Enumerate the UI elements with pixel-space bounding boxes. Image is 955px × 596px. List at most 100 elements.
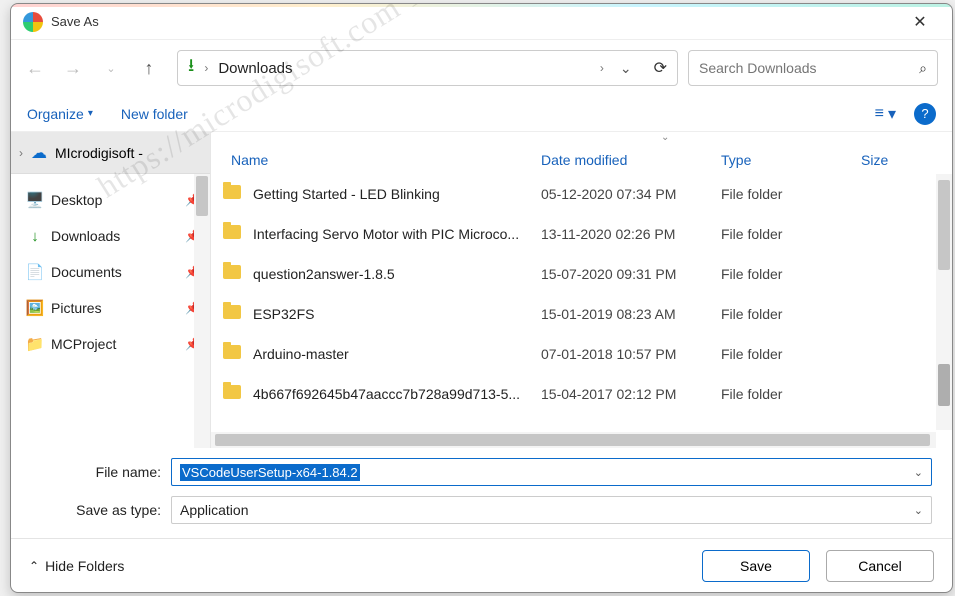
chevron-up-icon: ⌃ [29,559,39,573]
sidebar-item-onedrive[interactable]: › ☁ MIcrodigisoft - [11,132,210,174]
refresh-icon[interactable]: ⟳ [654,58,667,78]
chevron-right-icon: › [600,61,604,75]
column-header-type[interactable]: Type [721,152,861,168]
folder-icon: 🖥️ [25,191,45,209]
sidebar-item-label: Documents [51,264,122,280]
search-input[interactable] [699,60,919,76]
folder-icon: ↓ [25,228,45,245]
hide-folders-button[interactable]: ⌃ Hide Folders [29,558,124,574]
folder-icon [223,265,245,284]
row-type: File folder [721,226,861,242]
sidebar-item-label: MIcrodigisoft - [55,145,143,161]
row-type: File folder [721,186,861,202]
filename-label: File name: [31,464,161,480]
row-type: File folder [721,266,861,282]
chevron-down-icon: ▾ [888,104,896,124]
organize-menu[interactable]: Organize ▾ [27,106,93,122]
chevron-right-icon: › [19,146,23,160]
chevron-right-icon: › [204,61,208,75]
cloud-icon: ☁ [31,143,47,163]
row-name: 4b667f692645b47aaccc7b728a99d713-5... [253,386,541,402]
sidebar: › ☁ MIcrodigisoft - 🖥️Desktop📌↓Downloads… [11,132,211,448]
table-row[interactable]: question2answer-1.8.515-07-2020 09:31 PM… [211,254,952,294]
title-bar: Save As ✕ [11,4,952,40]
close-icon[interactable]: ✕ [900,7,940,37]
row-type: File folder [721,346,861,362]
nav-bar: ← → ⌄ ↑ ⭳ › Downloads › ⌄ ⟳ ⌕ [11,40,952,96]
main-area: › ☁ MIcrodigisoft - 🖥️Desktop📌↓Downloads… [11,132,952,448]
row-date: 15-01-2019 08:23 AM [541,306,721,322]
sidebar-item-label: Desktop [51,192,102,208]
address-bar[interactable]: ⭳ › Downloads › ⌄ ⟳ [177,50,678,86]
sidebar-item-mcproject[interactable]: 📁MCProject📌 [11,334,210,354]
filename-value: VSCodeUserSetup-x64-1.84.2 [180,464,360,481]
row-name: Arduino-master [253,346,541,362]
row-date: 13-11-2020 02:26 PM [541,226,721,242]
input-section: File name: VSCodeUserSetup-x64-1.84.2 ⌄ … [11,448,952,538]
folder-icon [223,185,245,204]
save-type-value: Application [180,502,249,518]
bottom-bar: ⌃ Hide Folders Save Cancel [11,538,952,592]
vertical-scrollbar[interactable] [936,174,952,430]
search-box[interactable]: ⌕ [688,50,938,86]
sort-indicator-icon: ⌄ [661,132,669,143]
folder-icon: 📄 [25,263,45,281]
table-row[interactable]: Getting Started - LED Blinking05-12-2020… [211,174,952,214]
view-options-button[interactable]: ≡ ▾ [875,104,896,124]
forward-icon[interactable]: → [63,58,83,78]
filename-field[interactable]: VSCodeUserSetup-x64-1.84.2 ⌄ [171,458,932,486]
save-button[interactable]: Save [702,550,810,582]
app-icon [23,12,43,32]
sidebar-item-desktop[interactable]: 🖥️Desktop📌 [11,190,210,210]
save-type-label: Save as type: [31,502,161,518]
chevron-down-icon: ▾ [88,108,93,119]
sidebar-item-documents[interactable]: 📄Documents📌 [11,262,210,282]
row-date: 07-01-2018 10:57 PM [541,346,721,362]
column-header-name[interactable]: Name [223,152,541,168]
save-type-field[interactable]: Application ⌄ [171,496,932,524]
toolbar: Organize ▾ New folder ≡ ▾ ? [11,96,952,132]
sidebar-scrollbar[interactable] [194,174,210,448]
row-date: 15-07-2020 09:31 PM [541,266,721,282]
table-row[interactable]: Interfacing Servo Motor with PIC Microco… [211,214,952,254]
back-icon[interactable]: ← [25,58,45,78]
sidebar-item-pictures[interactable]: 🖼️Pictures📌 [11,298,210,318]
help-icon[interactable]: ? [914,103,936,125]
up-icon[interactable]: ↑ [139,58,159,78]
chevron-down-icon[interactable]: ⌄ [914,504,923,517]
sidebar-item-downloads[interactable]: ↓Downloads📌 [11,226,210,246]
folder-icon: 📁 [25,335,45,353]
row-date: 05-12-2020 07:34 PM [541,186,721,202]
row-date: 15-04-2017 02:12 PM [541,386,721,402]
folder-icon [223,305,245,324]
cancel-button[interactable]: Cancel [826,550,934,582]
row-type: File folder [721,386,861,402]
table-row[interactable]: Arduino-master07-01-2018 10:57 PMFile fo… [211,334,952,374]
row-name: Interfacing Servo Motor with PIC Microco… [253,226,541,242]
column-header-date[interactable]: Date modified [541,152,721,168]
row-name: Getting Started - LED Blinking [253,186,541,202]
row-name: ESP32FS [253,306,541,322]
save-as-dialog: Save As ✕ ← → ⌄ ↑ ⭳ › Downloads › ⌄ ⟳ ⌕ … [10,3,953,593]
sidebar-item-label: Pictures [51,300,102,316]
sidebar-item-label: Downloads [51,228,120,244]
search-icon[interactable]: ⌕ [919,60,927,77]
file-list: ⌄ Name Date modified Type Size Getting S… [211,132,952,448]
table-row[interactable]: ESP32FS15-01-2019 08:23 AMFile folder [211,294,952,334]
location-text: Downloads [218,60,590,77]
chevron-down-icon[interactable]: ⌄ [914,466,923,479]
chevron-down-icon[interactable]: ⌄ [620,60,632,77]
horizontal-scrollbar[interactable] [211,432,936,448]
column-headers: ⌄ Name Date modified Type Size [211,132,952,174]
table-row[interactable]: 4b667f692645b47aaccc7b728a99d713-5...15-… [211,374,952,414]
window-title: Save As [51,14,99,29]
row-name: question2answer-1.8.5 [253,266,541,282]
column-header-size[interactable]: Size [861,152,946,168]
folder-icon [223,225,245,244]
list-icon: ≡ [875,105,884,123]
recent-dropdown-icon[interactable]: ⌄ [101,58,121,78]
folder-icon [223,385,245,404]
new-folder-button[interactable]: New folder [121,106,188,122]
row-type: File folder [721,306,861,322]
sidebar-item-label: MCProject [51,336,116,352]
